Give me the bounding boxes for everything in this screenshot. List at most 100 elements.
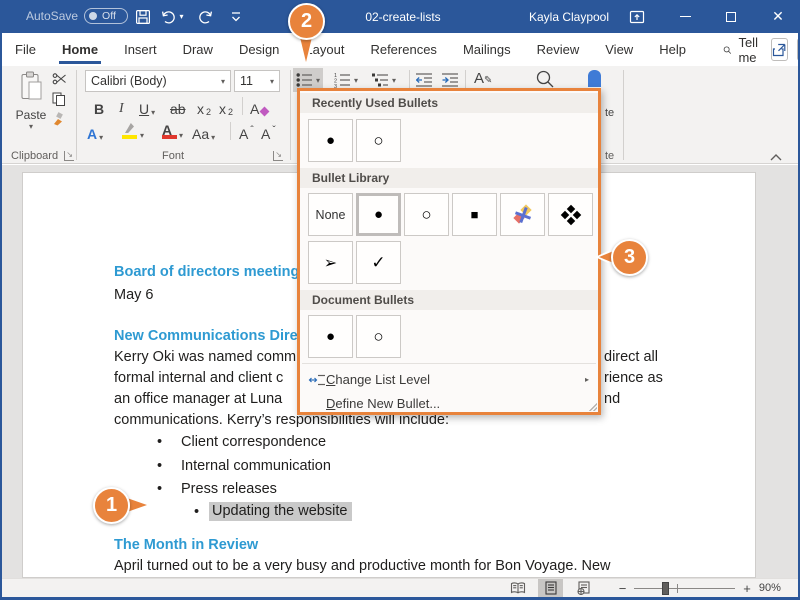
styles-partial-icon[interactable]: A✎ [474, 70, 492, 87]
paste-dropdown-icon[interactable]: ▾ [12, 122, 50, 131]
scissors-icon [52, 73, 67, 86]
title-bar: AutoSave Off ▾ [0, 0, 800, 33]
zoom-center-tick [677, 584, 678, 593]
bullet-option-filled-circle[interactable]: ● [308, 315, 353, 358]
bullet-option-four-diamonds[interactable] [548, 193, 593, 236]
bullet-option-filled-square[interactable]: ■ [452, 193, 497, 236]
highlight-color-button[interactable]: ▾ [122, 120, 144, 140]
print-layout-button[interactable] [538, 579, 563, 597]
eraser-icon [260, 107, 270, 117]
callout-2-number: 2 [288, 3, 325, 40]
ribbon-display-options-icon[interactable] [624, 0, 650, 33]
colored-wingding-icon [514, 206, 532, 224]
numbering-dropdown-icon[interactable]: ▾ [354, 76, 358, 85]
change-case-button[interactable]: Aa ▾ [192, 122, 215, 142]
subscript-button[interactable]: x2 [197, 97, 211, 117]
font-group-label: Font [162, 150, 184, 162]
bullet-option-open-circle[interactable]: ○ [356, 315, 401, 358]
tab-mailings[interactable]: Mailings [450, 33, 524, 66]
tab-draw[interactable]: Draw [170, 33, 226, 66]
clear-formatting-button[interactable]: A [250, 97, 268, 117]
paste-button[interactable]: Paste ▾ [12, 71, 50, 131]
tab-design[interactable]: Design [226, 33, 292, 66]
close-button[interactable]: ✕ [764, 0, 792, 33]
web-layout-button[interactable] [571, 579, 596, 597]
dictate-icon[interactable] [588, 70, 601, 87]
tab-home[interactable]: Home [49, 33, 111, 66]
tab-file[interactable]: File [2, 33, 49, 66]
zoom-out-button[interactable]: − [619, 581, 627, 596]
bold-button[interactable]: B [94, 97, 104, 117]
font-color-button[interactable]: A ▾ [162, 120, 183, 140]
cut-button[interactable] [52, 73, 67, 91]
bullet-option-none[interactable]: None [308, 193, 353, 236]
shrink-font-button[interactable]: Aˇ [261, 122, 276, 142]
zoom-in-button[interactable]: + [743, 581, 751, 596]
highlight-dropdown-icon[interactable]: ▾ [140, 131, 144, 140]
read-mode-button[interactable] [505, 579, 530, 597]
clipboard-dialog-launcher-icon[interactable]: ↘ [64, 151, 74, 161]
zoom-level[interactable]: 90% [759, 582, 788, 594]
bullets-dropdown-icon[interactable]: ▾ [316, 76, 320, 85]
bullet-option-open-circle[interactable]: ○ [356, 119, 401, 162]
bullet-option-colored-wingding[interactable] [500, 193, 545, 236]
underline-dropdown-icon[interactable]: ▾ [151, 108, 155, 117]
font-size-select[interactable]: 11 ▾ [234, 70, 280, 92]
bullet-option-checkmark[interactable]: ✓ [356, 241, 401, 284]
user-name[interactable]: Kayla Claypool [528, 0, 610, 33]
tab-review[interactable]: Review [524, 33, 593, 66]
bullet-option-filled-circle[interactable]: ● [308, 119, 353, 162]
minimize-button[interactable] [672, 0, 698, 33]
font-name-dropdown-icon[interactable]: ▾ [221, 77, 225, 86]
grow-font-button[interactable]: Aˆ [239, 122, 254, 142]
font-color-dropdown-icon[interactable]: ▾ [179, 131, 183, 140]
menu-item-define-new-bullet[interactable]: Define New Bullet... [300, 392, 598, 414]
recently-used-bullets-header: Recently Used Bullets [300, 93, 598, 113]
undo-icon[interactable]: ▾ [159, 0, 185, 33]
text-effects-dropdown-icon[interactable]: ▾ [99, 133, 103, 142]
collapse-ribbon-icon[interactable] [770, 148, 782, 166]
document-title: 02-create-lists [363, 0, 443, 33]
zoom-slider-thumb[interactable] [662, 582, 669, 595]
list-bullet-marker: • [194, 502, 199, 522]
superscript-button[interactable]: x2 [219, 97, 233, 117]
font-name-select[interactable]: Calibri (Body) ▾ [85, 70, 231, 92]
save-icon[interactable] [131, 0, 155, 33]
autosave-toggle[interactable]: Off [84, 8, 128, 24]
underline-button[interactable]: U ▾ [139, 97, 155, 117]
copy-button[interactable] [52, 92, 66, 111]
zoom-slider[interactable] [634, 588, 735, 589]
change-case-dropdown-icon[interactable]: ▾ [211, 133, 215, 142]
bullet-option-filled-circle-selected[interactable]: ● [356, 193, 401, 236]
tab-help[interactable]: Help [646, 33, 699, 66]
doc-para-line-fragment: nd [604, 389, 620, 409]
copy-icon [52, 92, 66, 106]
undo-dropdown-icon[interactable]: ▾ [179, 12, 183, 21]
multilevel-dropdown-icon[interactable]: ▾ [392, 76, 396, 85]
customize-quick-access-icon[interactable] [226, 0, 246, 33]
format-painter-button[interactable] [52, 112, 67, 131]
text-effects-button[interactable]: A ▾ [87, 122, 103, 142]
font-dialog-launcher-icon[interactable]: ↘ [273, 151, 283, 161]
print-layout-icon [545, 581, 557, 595]
strikethrough-button[interactable]: ab [170, 97, 186, 117]
maximize-button[interactable] [718, 0, 744, 33]
tab-references[interactable]: References [357, 33, 449, 66]
font-size-dropdown-icon[interactable]: ▾ [270, 77, 274, 86]
list-bullet-marker: • [157, 456, 162, 476]
redo-icon[interactable] [193, 0, 217, 33]
toggle-knob-icon [89, 12, 97, 20]
italic-button[interactable]: I [119, 97, 124, 117]
share-button[interactable] [771, 38, 788, 61]
bullet-option-arrowhead[interactable]: ➢ [308, 241, 353, 284]
menu-resize-grip[interactable] [589, 403, 597, 411]
selected-list-item: Updating the website [209, 501, 352, 521]
autosave-control[interactable]: AutoSave Off [26, 8, 128, 24]
doc-para-line: April turned out to be a very busy and p… [114, 556, 611, 576]
tab-insert[interactable]: Insert [111, 33, 170, 66]
tab-view[interactable]: View [592, 33, 646, 66]
menu-item-change-list-level[interactable]: Change List Level ▸ [300, 367, 598, 392]
four-diamonds-icon [562, 206, 580, 224]
bullet-option-open-circle[interactable]: ○ [404, 193, 449, 236]
tell-me-search[interactable]: Tell me [715, 33, 772, 66]
